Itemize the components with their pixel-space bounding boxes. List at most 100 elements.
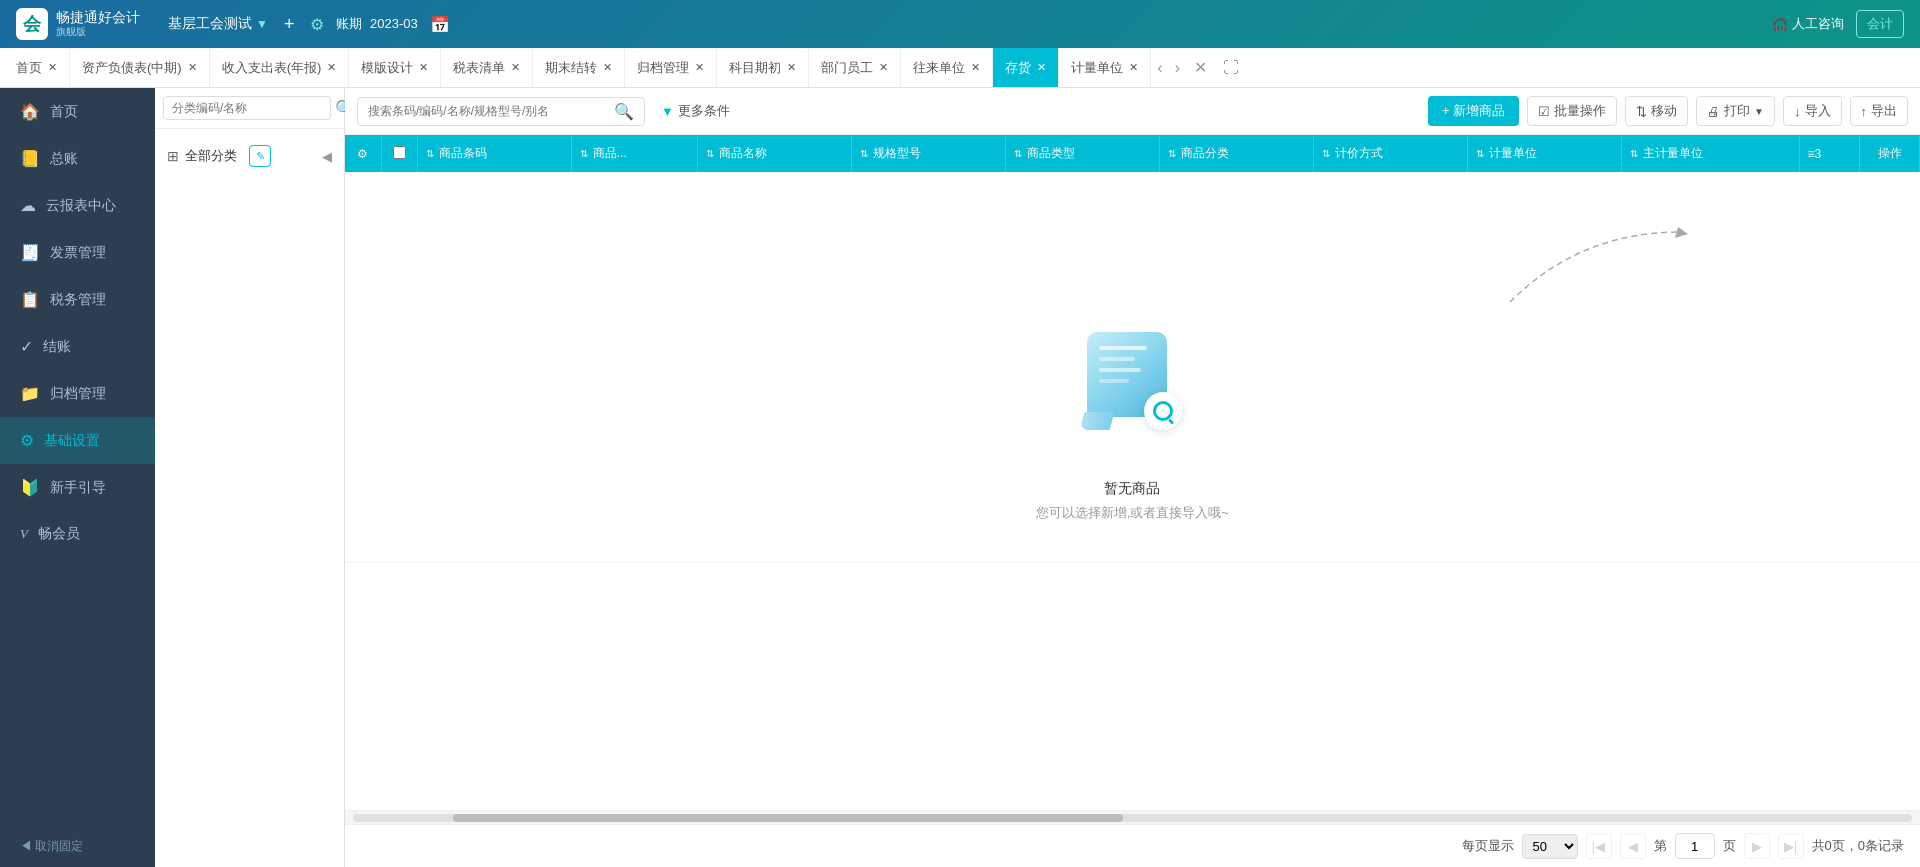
th-col3[interactable]: ≡3 [1799,135,1859,172]
add-tab-btn[interactable]: + [280,14,299,35]
tab-period-end[interactable]: 期末结转 ✕ [533,48,625,88]
check-icon: ✓ [20,337,33,356]
sort-icon7: ⇅ [1322,148,1330,159]
print-btn[interactable]: 🖨 打印 ▼ [1696,96,1775,126]
tab-close-dept[interactable]: ✕ [879,61,888,74]
home-icon: 🏠 [20,102,40,121]
fullscreen-btn[interactable]: ⛶ [1215,59,1247,77]
select-all-checkbox[interactable] [393,146,406,159]
sidebar-item-invoice[interactable]: 🧾 发票管理 [0,229,155,276]
category-search-input[interactable] [163,96,331,120]
tab-unit[interactable]: 计量单位 ✕ [1059,48,1151,88]
tab-template[interactable]: 模版设计 ✕ [349,48,441,88]
dashed-arrow-svg [1500,222,1700,322]
prev-page-btn[interactable]: ◀ [1620,833,1646,859]
cloud-icon: ☁ [20,196,36,215]
tab-close-unit[interactable]: ✕ [1129,61,1138,74]
empty-title: 暂无商品 [1104,480,1160,498]
tab-close-partners[interactable]: ✕ [971,61,980,74]
th-name[interactable]: ⇅ 商品名称 [698,135,852,172]
last-page-btn[interactable]: ▶| [1778,833,1804,859]
calendar-icon[interactable]: 📅 [430,15,450,34]
edit-category-btn[interactable]: ✎ [249,145,271,167]
th-gear[interactable]: ⚙ [345,135,381,172]
tab-close-balance[interactable]: ✕ [188,61,197,74]
th-unit[interactable]: ⇅ 计量单位 [1468,135,1622,172]
filter-icon: ▼ [661,104,674,119]
import-btn[interactable]: ↓ 导入 [1783,96,1842,126]
sort-icon8: ⇅ [1476,148,1484,159]
next-page-btn[interactable]: ▶ [1744,833,1770,859]
tab-close-period-end[interactable]: ✕ [603,61,612,74]
sidebar-item-member[interactable]: V 畅会员 [0,511,155,557]
main-layout: 🏠 首页 📒 总账 ☁ 云报表中心 🧾 发票管理 📋 税务管理 ✓ 结账 📁 归… [0,88,1920,867]
sidebar-item-ledger[interactable]: 📒 总账 [0,135,155,182]
horizontal-scrollbar[interactable] [345,810,1920,824]
per-page-select[interactable]: 50 10 20 100 [1522,834,1578,859]
sidebar-unpin-btn[interactable]: ◀ 取消固定 [0,826,155,867]
more-filters-btn[interactable]: ▼ 更多条件 [653,98,738,124]
first-page-btn[interactable]: |◀ [1586,833,1612,859]
tab-next-btn[interactable]: › [1169,59,1186,77]
th-barcode[interactable]: ⇅ 商品条码 [417,135,571,172]
tab-close-subject[interactable]: ✕ [787,61,796,74]
tab-close-archive[interactable]: ✕ [695,61,704,74]
account-button[interactable]: 会计 [1856,10,1904,38]
tab-home[interactable]: 首页 ✕ [4,48,70,88]
scrollbar-thumb[interactable] [453,814,1123,822]
tab-archive[interactable]: 归档管理 ✕ [625,48,717,88]
tab-close-home[interactable]: ✕ [48,61,57,74]
print-icon: 🖨 [1707,104,1720,119]
tab-dept[interactable]: 部门员工 ✕ [809,48,901,88]
search-icon[interactable]: 🔍 [614,102,634,121]
tab-balance[interactable]: 资产负债表(中期) ✕ [70,48,210,88]
move-btn[interactable]: ⇅ 移动 [1625,96,1688,126]
sidebar-item-archive[interactable]: 📁 归档管理 [0,370,155,417]
tab-close-template[interactable]: ✕ [419,61,428,74]
sidebar-item-home[interactable]: 🏠 首页 [0,88,155,135]
th-checkbox[interactable] [381,135,417,172]
company-dropdown[interactable]: 基层工会测试 ▼ [168,15,268,33]
consult-button[interactable]: 🎧 人工咨询 [1772,15,1844,33]
app-name: 畅捷通好会计 [56,9,140,26]
tab-subject[interactable]: 科目期初 ✕ [717,48,809,88]
th-type[interactable]: ⇅ 商品类型 [1006,135,1160,172]
headset-icon: 🎧 [1772,17,1788,32]
page-input[interactable] [1675,833,1715,859]
tab-income[interactable]: 收入支出表(年报) ✕ [210,48,350,88]
close-all-tabs-btn[interactable]: ✕ [1186,58,1215,77]
tab-prev-btn[interactable]: ‹ [1151,59,1168,77]
sidebar-item-close[interactable]: ✓ 结账 [0,323,155,370]
tab-close-income[interactable]: ✕ [327,61,336,74]
period-value: 2023-03 [370,16,418,31]
tab-close-tax[interactable]: ✕ [511,61,520,74]
sidebar-item-guide[interactable]: 🔰 新手引导 [0,464,155,511]
collapse-icon[interactable]: ◀ [322,149,332,164]
th-main-unit[interactable]: ⇅ 主计量单位 [1622,135,1800,172]
folder-icon: 📁 [20,384,40,403]
tab-inventory[interactable]: 存货 ✕ [993,48,1059,88]
tab-tax[interactable]: 税表清单 ✕ [441,48,533,88]
settings-icon[interactable]: ⚙ [310,15,324,34]
empty-desc: 您可以选择新增,或者直接导入哦~ [1036,504,1229,522]
sidebar-item-tax[interactable]: 📋 税务管理 [0,276,155,323]
right-panel: 🔍 ▼ 更多条件 + 新增商品 ☑ 批量操作 ⇅ 移动 [345,88,1920,867]
export-btn[interactable]: ↑ 导出 [1850,96,1909,126]
sidebar-item-reports[interactable]: ☁ 云报表中心 [0,182,155,229]
sidebar-item-settings[interactable]: ⚙ 基础设置 [0,417,155,464]
app-logo: 会 [16,8,48,40]
th-code[interactable]: ⇅ 商品... [571,135,698,172]
product-search-input[interactable] [368,104,608,118]
batch-ops-btn[interactable]: ☑ 批量操作 [1527,96,1617,126]
tab-close-inventory[interactable]: ✕ [1037,61,1046,74]
th-category[interactable]: ⇅ 商品分类 [1160,135,1314,172]
th-price-method[interactable]: ⇅ 计价方式 [1314,135,1468,172]
per-page-label: 每页显示 [1462,837,1514,855]
all-categories-item[interactable]: ⊞ 全部分类 ✎ ◀ [155,137,344,175]
empty-state: 暂无商品 您可以选择新增,或者直接导入哦~ [345,172,1920,562]
print-dropdown-icon: ▼ [1754,106,1764,117]
add-product-btn[interactable]: + 新增商品 [1428,96,1519,126]
sort-icon9: ⇅ [1630,148,1638,159]
tab-partners[interactable]: 往来单位 ✕ [901,48,993,88]
th-spec[interactable]: ⇅ 规格型号 [852,135,1006,172]
